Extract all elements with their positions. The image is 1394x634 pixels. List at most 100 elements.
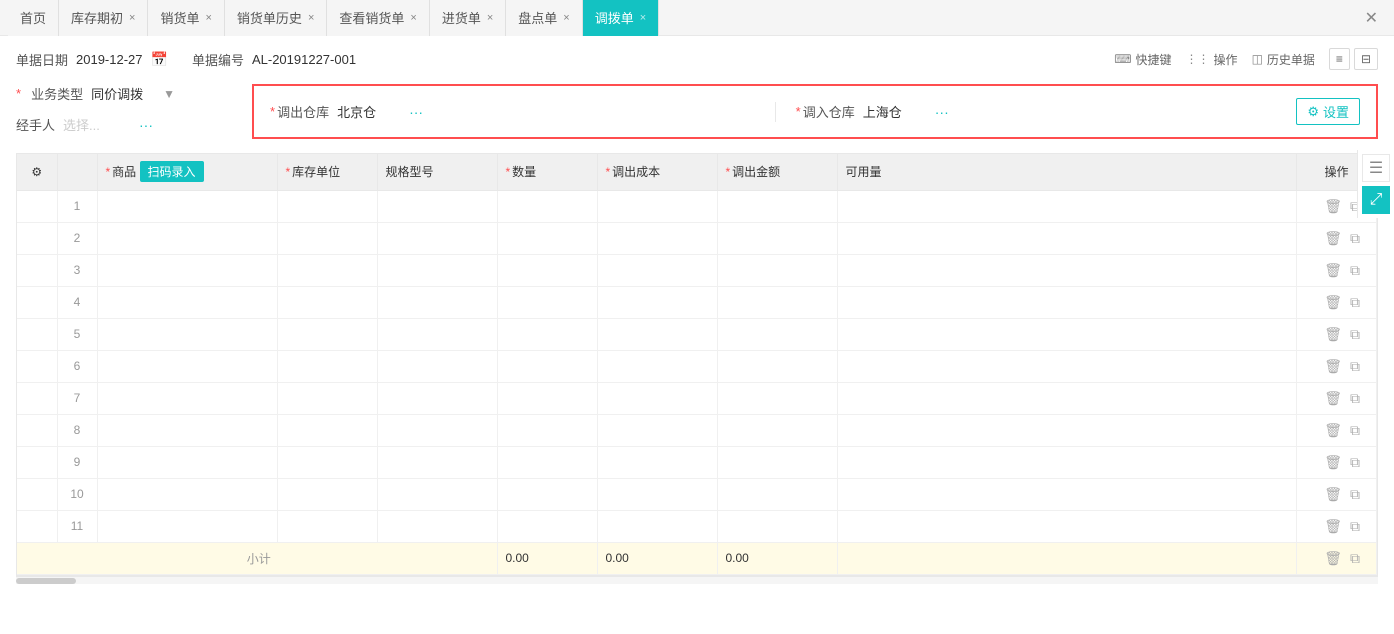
form-settings-button[interactable]: ⚙ 设置 xyxy=(1296,98,1360,125)
cell-available-9[interactable] xyxy=(837,446,1297,478)
close-window-button[interactable]: ✕ xyxy=(1357,8,1386,28)
cell-product-2[interactable] xyxy=(97,222,277,254)
cell-spec-5[interactable] xyxy=(377,318,497,350)
cell-transfer_cost-2[interactable] xyxy=(597,222,717,254)
tab-close-transfer[interactable]: × xyxy=(640,12,646,24)
tab-close-sales-order[interactable]: × xyxy=(205,12,211,24)
cell-spec-9[interactable] xyxy=(377,446,497,478)
subtotal-copy-icon[interactable]: ⧉ xyxy=(1350,550,1360,567)
cell-transfer_cost-1[interactable] xyxy=(597,190,717,222)
tab-close-inventory[interactable]: × xyxy=(563,12,569,24)
cell-transfer_cost-6[interactable] xyxy=(597,350,717,382)
scan-button[interactable]: 扫码录入 xyxy=(140,161,204,182)
cell-unit-10[interactable] xyxy=(277,478,377,510)
history-button[interactable]: ◫ 历史单据 xyxy=(1252,51,1315,68)
cell-product-11[interactable] xyxy=(97,510,277,542)
cell-product-3[interactable] xyxy=(97,254,277,286)
cell-available-5[interactable] xyxy=(837,318,1297,350)
delete-icon-5[interactable]: 🗑 xyxy=(1324,326,1342,343)
cell-transfer_cost-10[interactable] xyxy=(597,478,717,510)
cell-unit-8[interactable] xyxy=(277,414,377,446)
cell-quantity-1[interactable] xyxy=(497,190,597,222)
cell-quantity-6[interactable] xyxy=(497,350,597,382)
cell-transfer_amount-10[interactable] xyxy=(717,478,837,510)
copy-icon-2[interactable]: ⧉ xyxy=(1350,230,1360,247)
delete-icon-10[interactable]: 🗑 xyxy=(1324,486,1342,503)
copy-icon-10[interactable]: ⧉ xyxy=(1350,486,1360,503)
tab-close-view-sales[interactable]: × xyxy=(410,12,416,24)
scroll-bar[interactable] xyxy=(16,576,1378,584)
cell-quantity-10[interactable] xyxy=(497,478,597,510)
source-warehouse-more-button[interactable]: ··· xyxy=(409,104,423,120)
cell-spec-4[interactable] xyxy=(377,286,497,318)
cell-product-8[interactable] xyxy=(97,414,277,446)
cell-spec-2[interactable] xyxy=(377,222,497,254)
calendar-icon[interactable]: 📅 xyxy=(151,51,168,68)
cell-transfer_amount-5[interactable] xyxy=(717,318,837,350)
handler-input[interactable]: 选择... xyxy=(63,115,123,134)
tab-inventory[interactable]: 盘点单× xyxy=(506,0,582,36)
copy-icon-6[interactable]: ⧉ xyxy=(1350,358,1360,375)
cell-product-5[interactable] xyxy=(97,318,277,350)
cell-transfer_cost-9[interactable] xyxy=(597,446,717,478)
cell-available-6[interactable] xyxy=(837,350,1297,382)
operation-button[interactable]: ⋮⋮ 操作 xyxy=(1186,51,1238,68)
delete-icon-8[interactable]: 🗑 xyxy=(1324,422,1342,439)
cell-available-2[interactable] xyxy=(837,222,1297,254)
cell-transfer_cost-5[interactable] xyxy=(597,318,717,350)
tab-stock-init[interactable]: 库存期初× xyxy=(59,0,148,36)
cell-spec-1[interactable] xyxy=(377,190,497,222)
cell-quantity-2[interactable] xyxy=(497,222,597,254)
sidebar-expand-icon[interactable]: ⤢ xyxy=(1362,186,1390,214)
cell-spec-6[interactable] xyxy=(377,350,497,382)
delete-icon-9[interactable]: 🗑 xyxy=(1324,454,1342,471)
cell-unit-5[interactable] xyxy=(277,318,377,350)
cell-unit-4[interactable] xyxy=(277,286,377,318)
cell-available-7[interactable] xyxy=(837,382,1297,414)
dropdown-icon[interactable]: ▼ xyxy=(163,87,175,101)
tab-home[interactable]: 首页 xyxy=(8,0,59,36)
cell-transfer_amount-7[interactable] xyxy=(717,382,837,414)
target-warehouse-more-button[interactable]: ··· xyxy=(935,104,949,120)
cell-unit-2[interactable] xyxy=(277,222,377,254)
cell-spec-10[interactable] xyxy=(377,478,497,510)
target-warehouse-value[interactable]: 上海仓 xyxy=(863,102,923,121)
delete-icon-1[interactable]: 🗑 xyxy=(1324,198,1342,215)
subtotal-delete-icon[interactable]: 🗑 xyxy=(1324,550,1342,567)
cell-spec-3[interactable] xyxy=(377,254,497,286)
copy-icon-3[interactable]: ⧉ xyxy=(1350,262,1360,279)
cell-transfer_amount-6[interactable] xyxy=(717,350,837,382)
sidebar-list-icon[interactable]: ☰ xyxy=(1362,154,1390,182)
cell-transfer_amount-11[interactable] xyxy=(717,510,837,542)
delete-icon-6[interactable]: 🗑 xyxy=(1324,358,1342,375)
layout-button-2[interactable]: ⊟ xyxy=(1354,48,1378,70)
cell-unit-6[interactable] xyxy=(277,350,377,382)
cell-spec-8[interactable] xyxy=(377,414,497,446)
cell-quantity-7[interactable] xyxy=(497,382,597,414)
cell-transfer_cost-4[interactable] xyxy=(597,286,717,318)
copy-icon-5[interactable]: ⧉ xyxy=(1350,326,1360,343)
tab-close-stock-init[interactable]: × xyxy=(129,12,135,24)
layout-button-1[interactable]: ≡ xyxy=(1329,48,1350,70)
cell-product-9[interactable] xyxy=(97,446,277,478)
cell-quantity-5[interactable] xyxy=(497,318,597,350)
copy-icon-7[interactable]: ⧉ xyxy=(1350,390,1360,407)
business-type-value[interactable]: 同价调拨 xyxy=(91,84,151,103)
tab-view-sales[interactable]: 查看销货单× xyxy=(327,0,429,36)
tab-close-purchase[interactable]: × xyxy=(487,12,493,24)
cell-unit-3[interactable] xyxy=(277,254,377,286)
cell-available-4[interactable] xyxy=(837,286,1297,318)
copy-icon-11[interactable]: ⧉ xyxy=(1350,518,1360,535)
cell-unit-11[interactable] xyxy=(277,510,377,542)
cell-available-1[interactable] xyxy=(837,190,1297,222)
delete-icon-3[interactable]: 🗑 xyxy=(1324,262,1342,279)
cell-available-10[interactable] xyxy=(837,478,1297,510)
cell-transfer_cost-8[interactable] xyxy=(597,414,717,446)
cell-transfer_cost-7[interactable] xyxy=(597,382,717,414)
cell-product-10[interactable] xyxy=(97,478,277,510)
delete-icon-4[interactable]: 🗑 xyxy=(1324,294,1342,311)
source-warehouse-value[interactable]: 北京仓 xyxy=(337,102,397,121)
cell-quantity-8[interactable] xyxy=(497,414,597,446)
cell-unit-9[interactable] xyxy=(277,446,377,478)
tab-close-sales-history[interactable]: × xyxy=(308,12,314,24)
